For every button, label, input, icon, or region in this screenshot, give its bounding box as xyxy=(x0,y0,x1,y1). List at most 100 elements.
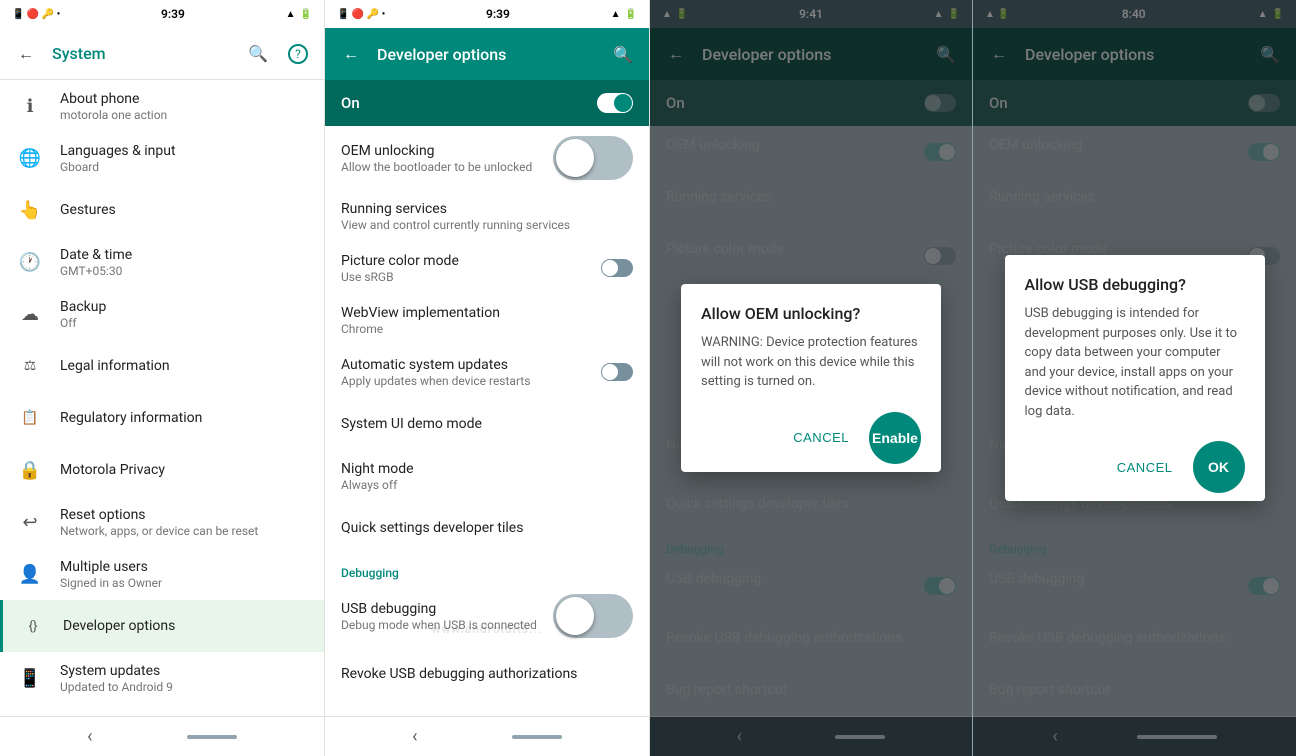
oem-enable-button[interactable]: Enable xyxy=(869,412,921,464)
dev-running-sub: View and control currently running servi… xyxy=(341,218,633,232)
language-icon: 🌐 xyxy=(16,148,44,169)
oem-cancel-button[interactable]: Cancel xyxy=(781,422,861,453)
reset-text: Reset options Network, apps, or device c… xyxy=(60,507,308,538)
back-button-mid[interactable]: ← xyxy=(337,40,365,68)
autoupdate-toggle[interactable] xyxy=(601,363,633,381)
users-icon: 👤 xyxy=(16,564,44,585)
settings-item-backup[interactable]: ☁ Backup Off xyxy=(0,288,324,340)
dev-demo-text: System UI demo mode xyxy=(341,416,633,432)
backup-text: Backup Off xyxy=(60,299,308,330)
dev-running-text: Running services View and control curren… xyxy=(341,201,633,232)
dev-webview-sub: Chrome xyxy=(341,322,633,336)
reset-title: Reset options xyxy=(60,507,308,523)
datetime-title: Date & time xyxy=(60,247,308,263)
dev-item-usb[interactable]: USB debugging Debug mode when USB is con… xyxy=(325,584,649,648)
color-toggle[interactable] xyxy=(601,259,633,277)
dev-color-title: Picture color mode xyxy=(341,253,601,269)
usb-dialog-body: USB debugging is intended for developmen… xyxy=(1025,304,1245,421)
about-sub: motorola one action xyxy=(60,108,308,122)
nav-pill xyxy=(187,735,237,739)
backup-title: Backup xyxy=(60,299,308,315)
search-icon: 🔍 xyxy=(248,44,268,63)
reset-icon: ↩ xyxy=(16,512,44,533)
language-text: Languages & input Gboard xyxy=(60,143,308,174)
dev-night-text: Night mode Always off xyxy=(341,461,633,492)
usb-ok-button[interactable]: OK xyxy=(1193,441,1245,493)
settings-item-updates[interactable]: 📱 System updates Updated to Android 9 xyxy=(0,652,324,704)
regulatory-icon: 📋 xyxy=(16,410,44,426)
status-bar-middle: 📱 🔴 🔑 • 9:39 ▲ 🔋 xyxy=(325,0,649,28)
settings-item-gestures[interactable]: 👆 Gestures xyxy=(0,184,324,236)
back-icon: ← xyxy=(18,44,34,64)
legal-icon: ⚖ xyxy=(16,358,44,374)
dev-quicktiles-title: Quick settings developer tiles xyxy=(341,520,633,536)
developer-title: Developer options xyxy=(63,618,308,634)
settings-item-reset[interactable]: ↩ Reset options Network, apps, or device… xyxy=(0,496,324,548)
back-button[interactable]: ← xyxy=(12,40,40,68)
settings-item-legal[interactable]: ⚖ Legal information xyxy=(0,340,324,392)
legal-text: Legal information xyxy=(60,358,308,374)
about-text: About phone motorola one action xyxy=(60,91,308,122)
dev-item-bugreport[interactable]: Bug report shortcut xyxy=(325,700,649,716)
usb-dialog: Allow USB debugging? USB debugging is in… xyxy=(1005,255,1265,501)
notification-icons: 📱 🔴 🔑 • xyxy=(12,9,60,20)
users-sub: Signed in as Owner xyxy=(60,576,308,590)
appbar-title-system: System xyxy=(52,44,232,63)
dev-item-color[interactable]: Picture color mode Use sRGB xyxy=(325,242,649,294)
on-toggle[interactable] xyxy=(597,93,633,113)
dev-item-running[interactable]: Running services View and control curren… xyxy=(325,190,649,242)
settings-item-about[interactable]: ℹ About phone motorola one action xyxy=(0,80,324,132)
settings-item-developer[interactable]: {} Developer options xyxy=(0,600,324,652)
backup-icon: ☁ xyxy=(16,304,44,325)
datetime-icon: 🕐 xyxy=(16,252,44,273)
dev-usb-title: USB debugging xyxy=(341,601,553,617)
about-title: About phone xyxy=(60,91,308,107)
users-title: Multiple users xyxy=(60,559,308,575)
dev-night-title: Night mode xyxy=(341,461,633,477)
settings-item-language[interactable]: 🌐 Languages & input Gboard xyxy=(0,132,324,184)
dev-item-autoupdate[interactable]: Automatic system updates Apply updates w… xyxy=(325,346,649,398)
dev-item-oem[interactable]: OEM unlocking Allow the bootloader to be… xyxy=(325,126,649,190)
search-button[interactable]: 🔍 xyxy=(244,40,272,68)
regulatory-title: Regulatory information xyxy=(60,410,308,426)
privacy-title: Motorola Privacy xyxy=(60,462,308,478)
dev-oem-title: OEM unlocking xyxy=(341,143,553,159)
search-button-mid[interactable]: 🔍 xyxy=(609,40,637,68)
status-time-left: 9:39 xyxy=(161,7,185,21)
system-settings-panel: 📱 🔴 🔑 • 9:39 ▲ 🔋 ← System 🔍 ? ℹ About ph… xyxy=(0,0,325,756)
oem-dialog-body: WARNING: Device protection features will… xyxy=(701,333,921,392)
oem-toggle-container[interactable] xyxy=(553,136,633,180)
dev-item-demo[interactable]: System UI demo mode xyxy=(325,398,649,450)
dev-item-night[interactable]: Night mode Always off xyxy=(325,450,649,502)
debugging-header: Debugging xyxy=(325,554,649,584)
settings-item-users[interactable]: 👤 Multiple users Signed in as Owner xyxy=(0,548,324,600)
status-left-icons: 📱 🔴 🔑 • xyxy=(12,9,60,20)
backup-sub: Off xyxy=(60,316,308,330)
oem-toggle-thumb xyxy=(556,139,594,177)
dev-revoke-title: Revoke USB debugging authorizations xyxy=(341,666,633,682)
help-button[interactable]: ? xyxy=(284,40,312,68)
usb-dialog-actions: Cancel OK xyxy=(1025,437,1245,493)
dev-item-webview[interactable]: WebView implementation Chrome xyxy=(325,294,649,346)
usb-cancel-button[interactable]: Cancel xyxy=(1105,452,1185,483)
settings-item-datetime[interactable]: 🕐 Date & time GMT+05:30 xyxy=(0,236,324,288)
users-text: Multiple users Signed in as Owner xyxy=(60,559,308,590)
on-row[interactable]: On xyxy=(325,80,649,126)
settings-item-privacy[interactable]: 🔒 Motorola Privacy xyxy=(0,444,324,496)
developer-options-panel: 📱 🔴 🔑 • 9:39 ▲ 🔋 ← Developer options 🔍 O… xyxy=(325,0,650,756)
status-left-mid: 📱 🔴 🔑 • xyxy=(337,9,385,20)
status-time-mid: 9:39 xyxy=(486,7,510,21)
dev-night-sub: Always off xyxy=(341,478,633,492)
oem-toggle-large[interactable] xyxy=(553,136,633,180)
updates-text: System updates Updated to Android 9 xyxy=(60,663,308,694)
dev-item-quicktiles[interactable]: Quick settings developer tiles xyxy=(325,502,649,554)
updates-title: System updates xyxy=(60,663,308,679)
nav-back-icon[interactable]: ‹ xyxy=(87,726,92,747)
dev-item-revoke[interactable]: Revoke USB debugging authorizations xyxy=(325,648,649,700)
dev-oem-sub: Allow the bootloader to be unlocked xyxy=(341,160,553,174)
help-icon: ? xyxy=(288,44,308,64)
settings-item-regulatory[interactable]: 📋 Regulatory information xyxy=(0,392,324,444)
wifi-icon-mid: ▲ xyxy=(611,9,621,20)
nav-back-icon-mid[interactable]: ‹ xyxy=(412,726,417,747)
language-sub: Gboard xyxy=(60,160,308,174)
